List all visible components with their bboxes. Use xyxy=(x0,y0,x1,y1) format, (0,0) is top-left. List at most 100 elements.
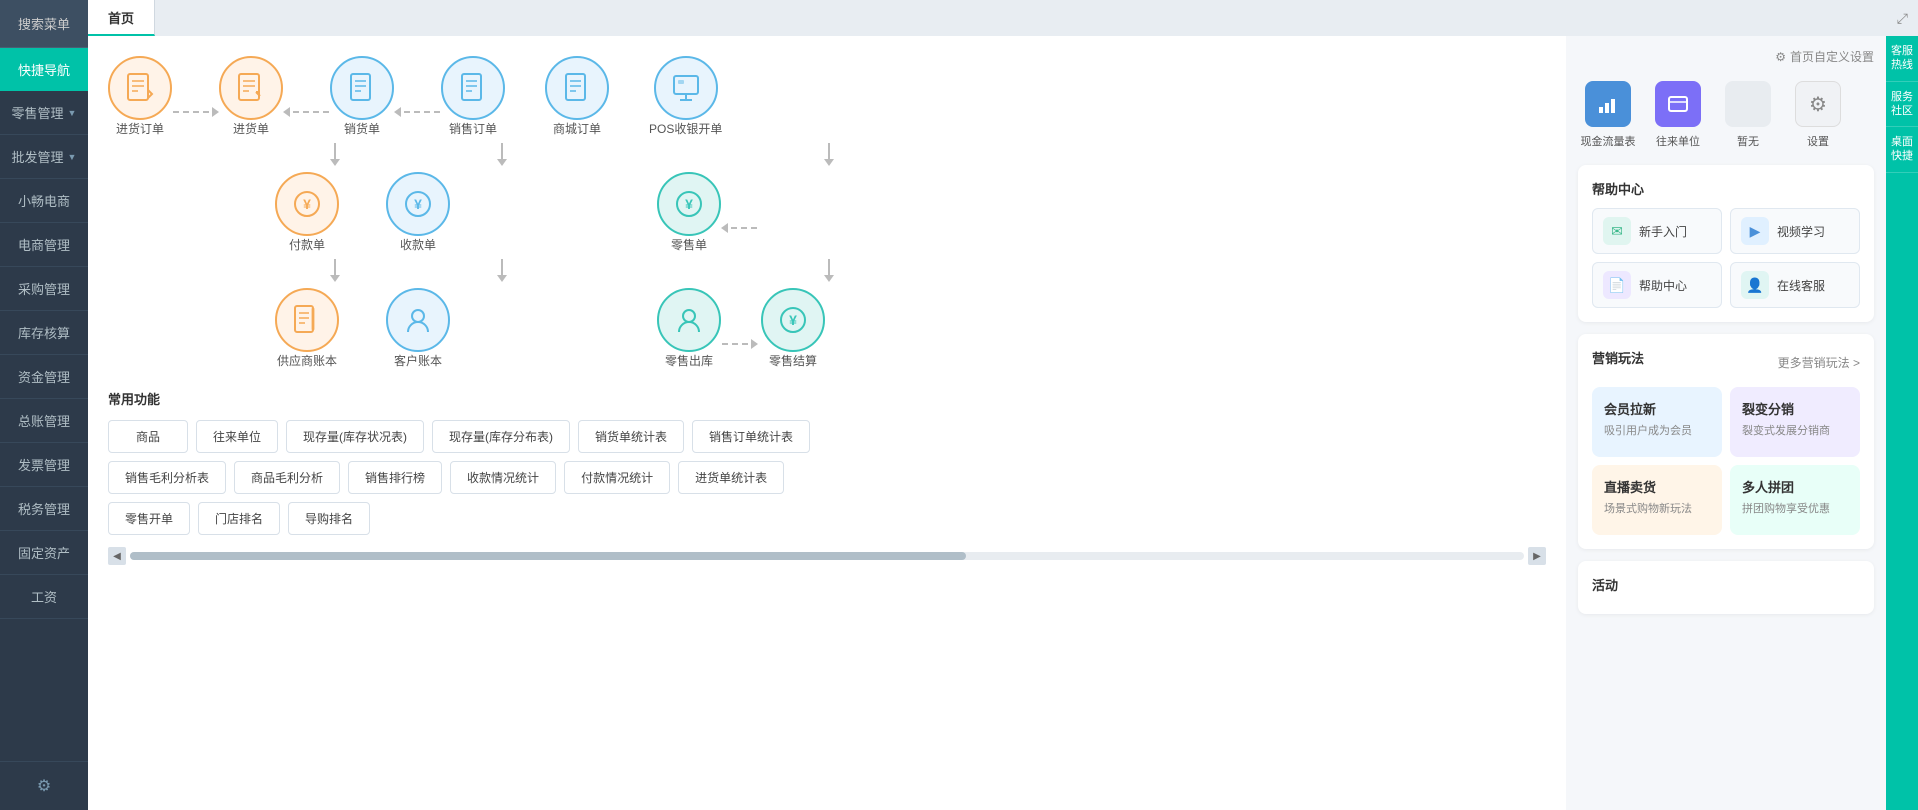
help-item-service[interactable]: 👤 在线客服 xyxy=(1730,262,1860,308)
sales-order-icon[interactable] xyxy=(441,56,505,120)
customer-book-icon[interactable] xyxy=(386,288,450,352)
shop-order-label: 商城订单 xyxy=(553,120,601,137)
service-icon: 👤 xyxy=(1741,271,1769,299)
retail-out-label: 零售出库 xyxy=(665,352,713,369)
sales-label: 销货单 xyxy=(344,120,380,137)
retail-icon[interactable]: ¥ xyxy=(657,172,721,236)
marketing-group[interactable]: 多人拼团 拼团购物享受优惠 xyxy=(1730,465,1860,535)
customize-label: 首页自定义设置 xyxy=(1790,48,1874,65)
marketing-fission-title: 裂变分销 xyxy=(1742,399,1848,418)
right-panel: ⚙ 首页自定义设置 现金流量表 往来单位 xyxy=(1566,36,1886,810)
func-btn-units[interactable]: 往来单位 xyxy=(196,420,278,453)
gear-icon: ⚙ xyxy=(1775,50,1786,64)
func-btn-retail-order[interactable]: 零售开单 xyxy=(108,502,190,535)
sidebar-item-ledger[interactable]: 总账管理 xyxy=(0,399,88,443)
quick-icon-settings[interactable]: ⚙ 设置 xyxy=(1788,81,1848,149)
payment-label: 付款单 xyxy=(289,236,325,253)
func-btn-guide-rank[interactable]: 导购排名 xyxy=(288,502,370,535)
purchase-order-icon[interactable] xyxy=(108,56,172,120)
func-btn-stock2[interactable]: 现存量(库存分布表) xyxy=(432,420,570,453)
node-retail-settle: ¥ 零售结算 xyxy=(761,288,825,369)
func-btn-sales-order-stat[interactable]: 销售订单统计表 xyxy=(692,420,810,453)
help-item-video[interactable]: ▶ 视频学习 xyxy=(1730,208,1860,254)
retail-out-icon[interactable] xyxy=(657,288,721,352)
sidebar-item-ecommerce-small[interactable]: 小畅电商 xyxy=(0,179,88,223)
purchase-label: 进货单 xyxy=(233,120,269,137)
supplier-book-icon[interactable] xyxy=(275,288,339,352)
receipt-icon[interactable]: ¥ xyxy=(386,172,450,236)
sidebar-item-assets[interactable]: 固定资产 xyxy=(0,531,88,575)
marketing-header: 营销玩法 更多营销玩法 > xyxy=(1592,348,1860,377)
scroll-right-btn[interactable]: ▶ xyxy=(1528,547,1546,565)
quick-nav[interactable]: 快捷导航 xyxy=(0,48,88,91)
retail-settle-icon[interactable]: ¥ xyxy=(761,288,825,352)
flow-diagram: 进货订单 进货单 xyxy=(108,56,1546,369)
search-menu[interactable]: 搜索菜单 xyxy=(0,0,88,48)
help-center-card: 帮助中心 ✉ 新手入门 ▶ 视频学习 📄 帮助中心 👤 xyxy=(1578,165,1874,322)
func-btn-sales-profit[interactable]: 销售毛利分析表 xyxy=(108,461,226,494)
scroll-left-btn[interactable]: ◀ xyxy=(108,547,126,565)
rs-customer-service[interactable]: 客服热线 xyxy=(1886,36,1918,82)
shop-order-icon[interactable] xyxy=(545,56,609,120)
quick-icon-none[interactable]: 暂无 xyxy=(1718,81,1778,149)
func-btn-goods[interactable]: 商品 xyxy=(108,420,188,453)
purchase-icon[interactable] xyxy=(219,56,283,120)
pos-icon[interactable] xyxy=(654,56,718,120)
marketing-live-title: 直播卖货 xyxy=(1604,477,1710,496)
func-btn-purchase-stat[interactable]: 进货单统计表 xyxy=(678,461,784,494)
tab-home[interactable]: 首页 xyxy=(88,0,155,36)
func-btn-sales-rank[interactable]: 销售排行榜 xyxy=(348,461,442,494)
func-btn-stock1[interactable]: 现存量(库存状况表) xyxy=(286,420,424,453)
none-icon xyxy=(1725,81,1771,127)
customize-link[interactable]: ⚙ 首页自定义设置 xyxy=(1578,48,1874,65)
settings-label: 设置 xyxy=(1807,133,1829,149)
tabbar-right: ⤢ xyxy=(1897,0,1918,36)
marketing-member[interactable]: 会员拉新 吸引用户成为会员 xyxy=(1592,387,1722,457)
purchase-order-label: 进货订单 xyxy=(116,120,164,137)
node-shop-order: 商城订单 xyxy=(545,56,609,137)
rs-community[interactable]: 服务社区 xyxy=(1886,82,1918,128)
beginner-label: 新手入门 xyxy=(1639,223,1687,240)
sidebar-item-invoice[interactable]: 发票管理 xyxy=(0,443,88,487)
rs-desktop[interactable]: 桌面快捷 xyxy=(1886,127,1918,173)
settings-icon[interactable]: ⚙ xyxy=(0,761,88,810)
node-payment: ¥ 付款单 xyxy=(275,172,339,253)
help-item-help[interactable]: 📄 帮助中心 xyxy=(1592,262,1722,308)
marketing-live[interactable]: 直播卖货 场景式购物新玩法 xyxy=(1592,465,1722,535)
more-marketing-link[interactable]: 更多营销玩法 > xyxy=(1778,354,1860,371)
marketing-live-sub: 场景式购物新玩法 xyxy=(1604,500,1710,516)
svg-text:¥: ¥ xyxy=(685,196,693,212)
marketing-fission[interactable]: 裂变分销 裂变式发展分销商 xyxy=(1730,387,1860,457)
cashflow-icon xyxy=(1585,81,1631,127)
sidebar-item-finance[interactable]: 资金管理 xyxy=(0,355,88,399)
sidebar-item-ecommerce-mgmt[interactable]: 电商管理 xyxy=(0,223,88,267)
right-sidebar: 客服热线 服务社区 桌面快捷 xyxy=(1886,36,1918,810)
node-supplier-book: 供应商账本 xyxy=(275,288,339,369)
node-sales: 销货单 xyxy=(330,56,394,137)
retail-label: 零售单 xyxy=(671,236,707,253)
func-btn-sales-stat[interactable]: 销货单统计表 xyxy=(578,420,684,453)
func-btn-receipt-stat[interactable]: 收款情况统计 xyxy=(450,461,556,494)
sidebar-item-inventory[interactable]: 库存核算 xyxy=(0,311,88,355)
scroll-track xyxy=(130,552,1524,560)
sidebar-item-wholesale[interactable]: 批发管理 ▼ xyxy=(0,135,88,179)
units-label: 往来单位 xyxy=(1656,133,1700,149)
node-sales-order: 销售订单 xyxy=(441,56,505,137)
marketing-group-sub: 拼团购物享受优惠 xyxy=(1742,500,1848,516)
quick-icon-units[interactable]: 往来单位 xyxy=(1648,81,1708,149)
sales-icon[interactable] xyxy=(330,56,394,120)
func-btn-payment-stat[interactable]: 付款情况统计 xyxy=(564,461,670,494)
sidebar-item-tax[interactable]: 税务管理 xyxy=(0,487,88,531)
quick-icon-cashflow[interactable]: 现金流量表 xyxy=(1578,81,1638,149)
func-btn-store-rank[interactable]: 门店排名 xyxy=(198,502,280,535)
func-btn-goods-profit[interactable]: 商品毛利分析 xyxy=(234,461,340,494)
expand-button[interactable]: ⤢ xyxy=(1897,10,1908,27)
payment-icon[interactable]: ¥ xyxy=(275,172,339,236)
arrow-2 xyxy=(283,107,330,117)
sidebar-label-retail: 零售管理 xyxy=(12,103,64,122)
sidebar-item-retail[interactable]: 零售管理 ▼ xyxy=(0,91,88,135)
help-item-beginner[interactable]: ✉ 新手入门 xyxy=(1592,208,1722,254)
sidebar-item-salary[interactable]: 工资 xyxy=(0,575,88,619)
sidebar-item-purchase[interactable]: 采购管理 xyxy=(0,267,88,311)
content: 进货订单 进货单 xyxy=(88,36,1918,810)
